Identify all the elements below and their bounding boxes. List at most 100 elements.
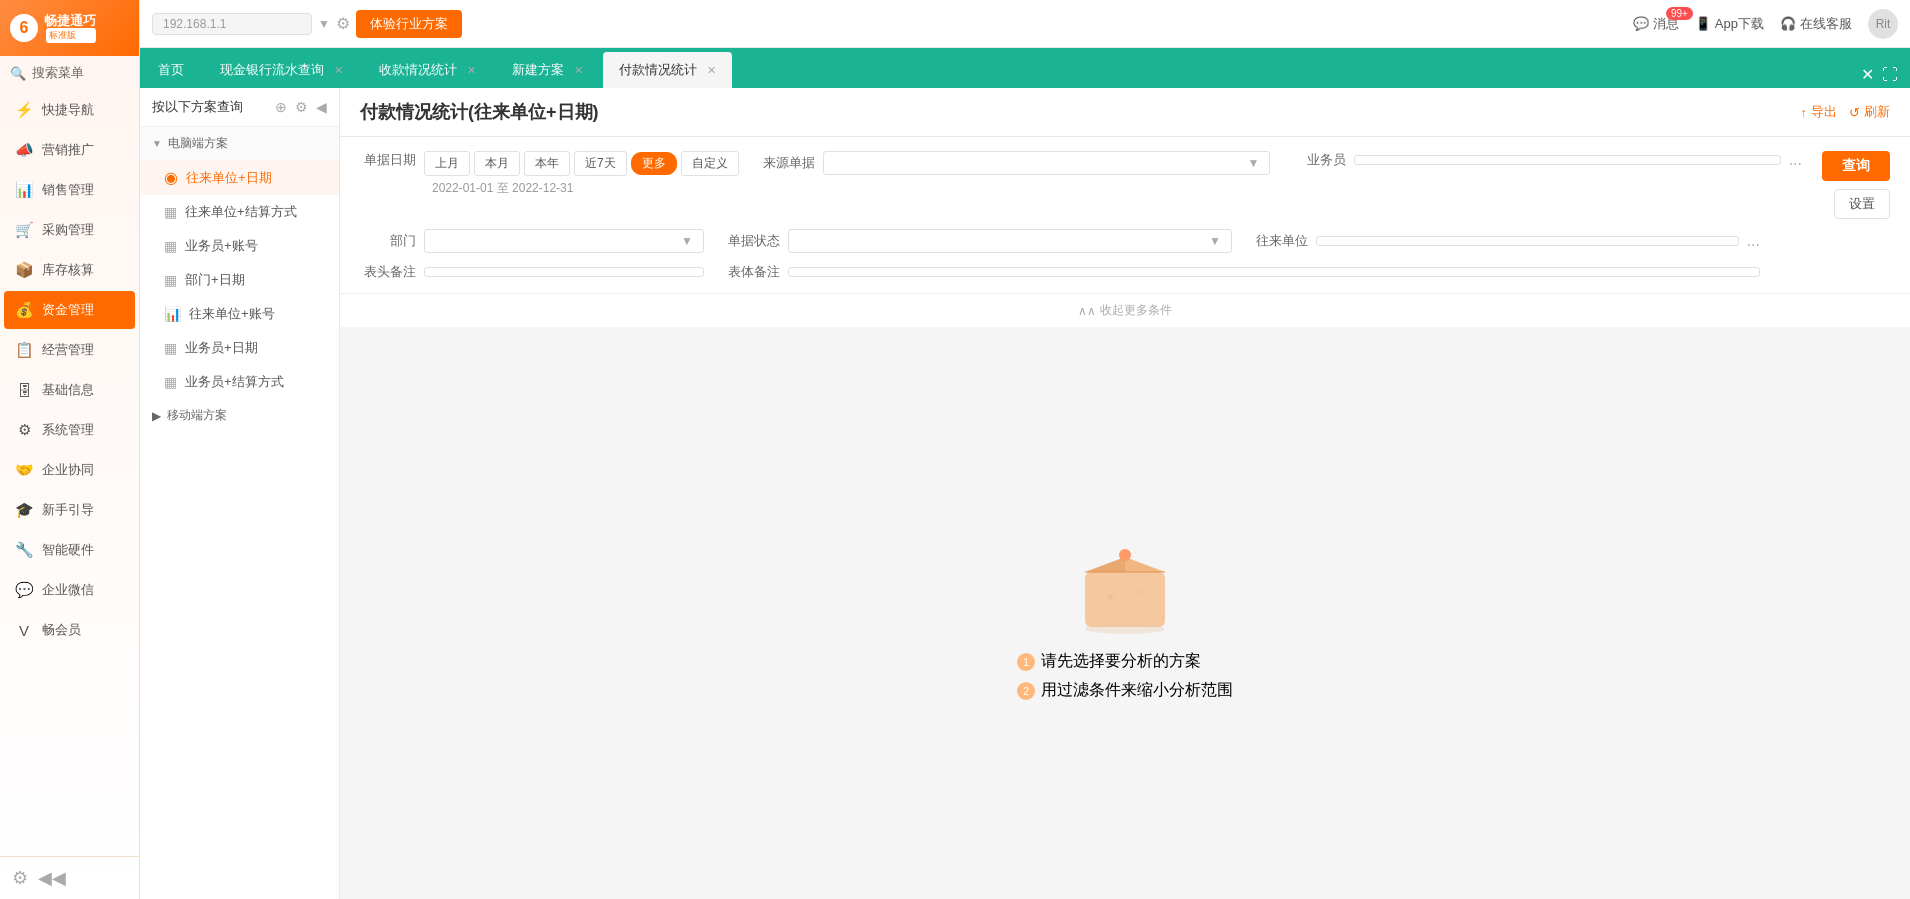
scheme-panel-title: 按以下方案查询: [152, 98, 243, 116]
purchase-icon: 🛒: [14, 221, 34, 239]
scheme-item-0[interactable]: ◉ 往来单位+日期: [140, 160, 339, 195]
export-btn[interactable]: ↑ 导出: [1801, 103, 1838, 121]
tab-close-icon[interactable]: ✕: [334, 64, 343, 77]
salesperson-input[interactable]: [1354, 155, 1780, 165]
dept-select[interactable]: ▼: [424, 229, 704, 253]
related-input[interactable]: [1316, 236, 1739, 246]
date-this-month[interactable]: 本月: [474, 151, 520, 176]
mobile-section-label: 移动端方案: [167, 407, 227, 424]
scheme-item-3[interactable]: ▦ 部门+日期: [140, 263, 339, 297]
source-select[interactable]: ▼: [823, 151, 1271, 175]
scheme-panel-header: 按以下方案查询 ⊕ ⚙ ◀: [140, 88, 339, 127]
sidebar-item-quick-nav[interactable]: ⚡ 快捷导航: [4, 91, 135, 129]
sidebar-item-funds[interactable]: 💰 资金管理: [4, 291, 135, 329]
add-scheme-icon[interactable]: ⊕: [275, 99, 287, 115]
tab-bank-flow[interactable]: 现金银行流水查询 ✕: [204, 52, 359, 88]
message-icon: 💬: [1633, 16, 1649, 31]
header-note-label: 表头备注: [360, 263, 416, 281]
arrow-down-icon: ▼: [152, 138, 162, 149]
user-avatar[interactable]: Rit: [1868, 9, 1898, 39]
settings-icon[interactable]: ⚙: [12, 867, 28, 889]
status-select[interactable]: ▼: [788, 229, 1232, 253]
tab-close-icon[interactable]: ✕: [707, 64, 716, 77]
scheme-item-2[interactable]: ▦ 业务员+账号: [140, 229, 339, 263]
desktop-section[interactable]: ▼ 电脑端方案: [140, 127, 339, 160]
export-label: 导出: [1811, 103, 1837, 121]
chevron-down-icon[interactable]: ▼: [318, 17, 330, 31]
tab-payment-stats[interactable]: 付款情况统计 ✕: [603, 52, 732, 88]
tabbar: 首页 现金银行流水查询 ✕ 收款情况统计 ✕ 新建方案 ✕ 付款情况统计 ✕ ✕…: [140, 48, 1910, 88]
basic-icon: 🗄: [14, 382, 34, 399]
dept-chevron-icon: ▼: [681, 234, 693, 248]
filter-row-1: 单据日期 上月 本月 本年 近7天 更多 自定义 20: [340, 137, 1910, 219]
sidebar-item-enterprise[interactable]: 🤝 企业协同: [4, 451, 135, 489]
date-last-7days[interactable]: 近7天: [574, 151, 627, 176]
tab-label: 新建方案: [512, 61, 564, 79]
message-badge: 99+: [1666, 7, 1693, 20]
message-btn[interactable]: 💬 消息 99+: [1633, 15, 1679, 33]
sidebar-item-operations[interactable]: 📋 经营管理: [4, 331, 135, 369]
date-filter: 单据日期 上月 本月 本年 近7天 更多 自定义 20: [360, 151, 739, 197]
trial-btn[interactable]: 体验行业方案: [356, 10, 462, 38]
tab-home[interactable]: 首页: [142, 52, 200, 88]
scheme-item-4[interactable]: 📊 往来单位+账号: [140, 297, 339, 331]
date-this-year[interactable]: 本年: [524, 151, 570, 176]
mobile-section[interactable]: ▶ 移动端方案: [140, 399, 339, 432]
collapse-row[interactable]: ∧∧ 收起更多条件: [340, 293, 1910, 327]
scheme-item-6[interactable]: ▦ 业务员+结算方式: [140, 365, 339, 399]
filter-row-2: 部门 ▼ 单据状态 ▼: [340, 219, 1910, 253]
scheme-panel: 按以下方案查询 ⊕ ⚙ ◀ ▼ 电脑端方案 ◉ 往来单位+日期 ▦ 往来单位+结…: [140, 88, 340, 899]
scheme-header-icons: ⊕ ⚙ ◀: [275, 99, 327, 115]
sidebar-item-basic[interactable]: 🗄 基础信息: [4, 371, 135, 409]
salesperson-more-icon[interactable]: ...: [1789, 151, 1802, 169]
sidebar-item-member[interactable]: V 畅会员: [4, 611, 135, 649]
inventory-icon: 📦: [14, 261, 34, 279]
maximize-icon[interactable]: ⛶: [1882, 66, 1898, 84]
date-custom-btn[interactable]: 自定义: [681, 151, 739, 176]
sidebar-item-system[interactable]: ⚙ 系统管理: [4, 411, 135, 449]
date-range-text: 2022-01-01 至 2022-12-31: [432, 180, 739, 197]
date-more-btn[interactable]: 更多: [631, 152, 677, 175]
app-download-btn[interactable]: 📱 App下载: [1695, 15, 1764, 33]
close-all-icon[interactable]: ✕: [1861, 65, 1874, 84]
sidebar-item-label: 企业协同: [42, 461, 94, 479]
svg-point-7: [1085, 624, 1165, 634]
guide-icon: 🎓: [14, 501, 34, 519]
scheme-item-label: 往来单位+日期: [186, 169, 272, 187]
body-note-input[interactable]: [788, 267, 1760, 277]
collapse-panel-icon[interactable]: ◀: [316, 99, 327, 115]
topbar-right: 💬 消息 99+ 📱 App下载 🎧 在线客服 Rit: [1633, 9, 1898, 39]
sidebar-item-purchase[interactable]: 🛒 采购管理: [4, 211, 135, 249]
funds-icon: 💰: [14, 301, 34, 319]
scheme-item-5[interactable]: ▦ 业务员+日期: [140, 331, 339, 365]
query-btn[interactable]: 查询: [1822, 151, 1890, 181]
sidebar-item-wechat[interactable]: 💬 企业微信: [4, 571, 135, 609]
search-menu[interactable]: 🔍 搜索菜单: [0, 56, 139, 90]
tab-close-icon[interactable]: ✕: [574, 64, 583, 77]
sidebar-item-label: 采购管理: [42, 221, 94, 239]
sidebar-item-sales[interactable]: 📊 销售管理: [4, 171, 135, 209]
sidebar-item-inventory[interactable]: 📦 库存核算: [4, 251, 135, 289]
sidebar-header: 6 畅捷通巧 标准版: [0, 0, 139, 56]
search-icon: 🔍: [10, 66, 26, 81]
tab-receivable[interactable]: 收款情况统计 ✕: [363, 52, 492, 88]
date-last-month[interactable]: 上月: [424, 151, 470, 176]
refresh-btn[interactable]: ↺ 刷新: [1849, 103, 1890, 121]
tab-new-scheme[interactable]: 新建方案 ✕: [496, 52, 599, 88]
sidebar: 6 畅捷通巧 标准版 🔍 搜索菜单 ⚡ 快捷导航 📣 营销推广 📊 销售管理 🛒…: [0, 0, 140, 899]
body-note-filter: 表体备注: [724, 263, 1760, 281]
online-service-btn[interactable]: 🎧 在线客服: [1780, 15, 1852, 33]
sidebar-item-guide[interactable]: 🎓 新手引导: [4, 491, 135, 529]
setting-btn[interactable]: 设置: [1834, 189, 1890, 219]
sidebar-item-label: 库存核算: [42, 261, 94, 279]
tab-close-icon[interactable]: ✕: [467, 64, 476, 77]
topbar-gear-icon[interactable]: ⚙: [336, 14, 350, 33]
sidebar-item-marketing[interactable]: 📣 营销推广: [4, 131, 135, 169]
collapse-sidebar-icon[interactable]: ◀◀: [38, 867, 66, 889]
related-more-icon[interactable]: ...: [1747, 232, 1760, 250]
scheme-item-label: 往来单位+结算方式: [185, 203, 297, 221]
scheme-settings-icon[interactable]: ⚙: [295, 99, 308, 115]
header-note-input[interactable]: [424, 267, 704, 277]
scheme-item-1[interactable]: ▦ 往来单位+结算方式: [140, 195, 339, 229]
sidebar-item-hardware[interactable]: 🔧 智能硬件: [4, 531, 135, 569]
